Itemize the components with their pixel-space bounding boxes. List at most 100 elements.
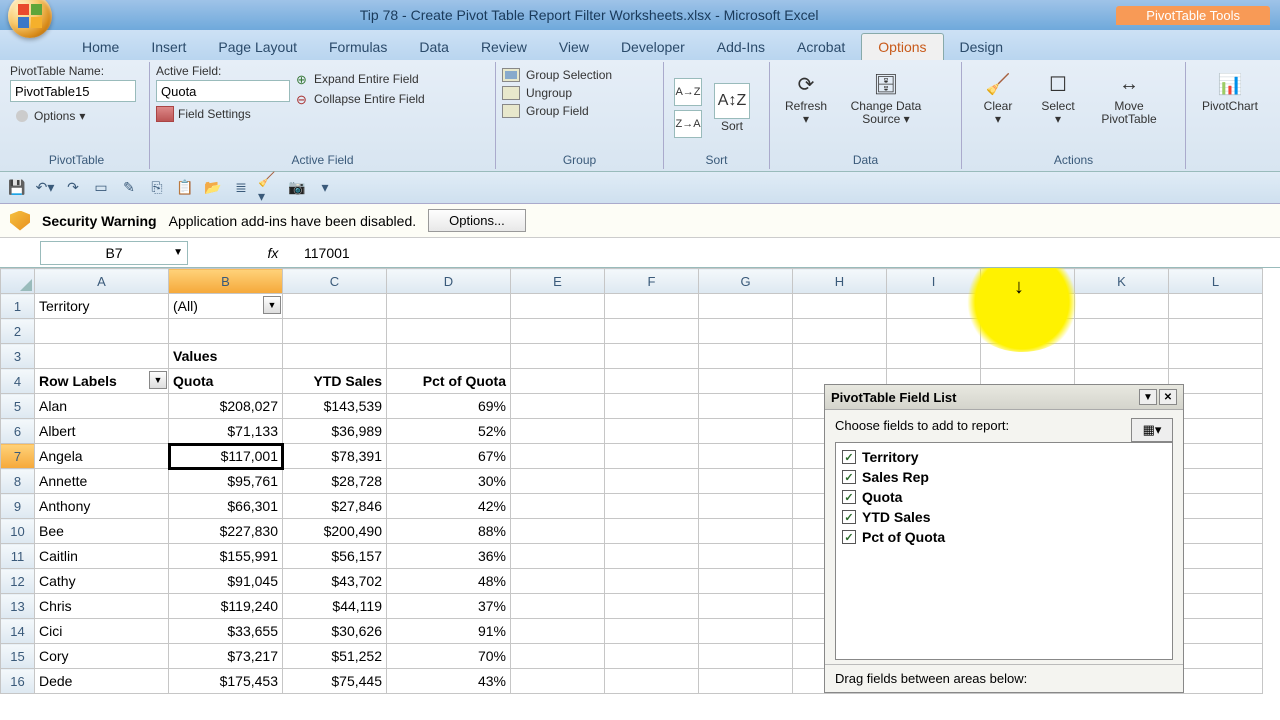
cell-pct[interactable]: 37%	[387, 594, 511, 619]
collapse-field-button[interactable]: Collapse Entire Field	[296, 92, 425, 106]
cell-name[interactable]: Angela	[35, 444, 169, 469]
cell-name[interactable]: Cici	[35, 619, 169, 644]
qat-btn-5[interactable]: 📂	[202, 177, 224, 199]
cell-pct[interactable]: 69%	[387, 394, 511, 419]
col-header-F[interactable]: F	[605, 269, 699, 294]
fx-button[interactable]: fx	[258, 245, 288, 261]
close-icon[interactable]: ✕	[1159, 389, 1177, 405]
checkbox-icon[interactable]	[842, 510, 856, 524]
row-labels-cell[interactable]: Row Labels▼	[35, 369, 169, 394]
cell-pct[interactable]: 43%	[387, 669, 511, 694]
field-settings-button[interactable]: Field Settings	[156, 106, 296, 122]
tab-design[interactable]: Design	[944, 34, 1020, 60]
cell-ytd[interactable]: $143,539	[283, 394, 387, 419]
redo-icon[interactable]: ↷	[62, 177, 84, 199]
checkbox-icon[interactable]	[842, 450, 856, 464]
row-header[interactable]: 5	[1, 394, 35, 419]
cell-ytd[interactable]: $200,490	[283, 519, 387, 544]
col-header-J[interactable]: J	[981, 269, 1075, 294]
cell-name[interactable]: Caitlin	[35, 544, 169, 569]
qat-btn-7[interactable]: 🧹▾	[258, 177, 280, 199]
cell-ytd[interactable]: $44,119	[283, 594, 387, 619]
cell-name[interactable]: Cathy	[35, 569, 169, 594]
row-header[interactable]: 14	[1, 619, 35, 644]
cell-pct[interactable]: 88%	[387, 519, 511, 544]
tab-addins[interactable]: Add-Ins	[701, 34, 781, 60]
cell-name[interactable]: Anthony	[35, 494, 169, 519]
checkbox-icon[interactable]	[842, 470, 856, 484]
cell-quota[interactable]: $208,027	[169, 394, 283, 419]
field-list-item[interactable]: Territory	[842, 447, 1166, 467]
chevron-down-icon[interactable]: ▼	[173, 247, 183, 258]
filter-dropdown-icon[interactable]: ▼	[263, 296, 281, 314]
tab-insert[interactable]: Insert	[135, 34, 202, 60]
qat-btn-8[interactable]: 📷	[286, 177, 308, 199]
field-list-titlebar[interactable]: PivotTable Field List ▼ ✕	[825, 385, 1183, 410]
field-list-item[interactable]: Sales Rep	[842, 467, 1166, 487]
field-list-layout-button[interactable]: ▦▾	[1131, 418, 1173, 442]
filter-label-cell[interactable]: Territory	[35, 294, 169, 319]
cell-ytd[interactable]: $28,728	[283, 469, 387, 494]
cell-pct[interactable]: 91%	[387, 619, 511, 644]
col-header-L[interactable]: L	[1169, 269, 1263, 294]
cell-ytd[interactable]: $27,846	[283, 494, 387, 519]
options-dropdown[interactable]: Options ▾	[10, 106, 89, 126]
pivottable-name-input[interactable]	[10, 80, 136, 102]
cell-quota[interactable]: $95,761	[169, 469, 283, 494]
cell-name[interactable]: Cory	[35, 644, 169, 669]
tab-page-layout[interactable]: Page Layout	[202, 34, 313, 60]
tab-view[interactable]: View	[543, 34, 605, 60]
cell-ytd[interactable]: $56,157	[283, 544, 387, 569]
col-pct[interactable]: Pct of Quota	[387, 369, 511, 394]
field-list-item[interactable]: Quota	[842, 487, 1166, 507]
cell-pct[interactable]: 52%	[387, 419, 511, 444]
change-data-source-button[interactable]: 🗄Change Data Source ▾	[836, 64, 936, 126]
col-header-B[interactable]: B	[169, 269, 283, 294]
field-list-item[interactable]: Pct of Quota	[842, 527, 1166, 547]
filter-value-cell[interactable]: (All)▼	[169, 294, 283, 319]
col-header-K[interactable]: K	[1075, 269, 1169, 294]
col-header-D[interactable]: D	[387, 269, 511, 294]
row-header[interactable]: 13	[1, 594, 35, 619]
group-field-button[interactable]: Group Field	[502, 104, 589, 118]
field-list-box[interactable]: TerritorySales RepQuotaYTD SalesPct of Q…	[835, 442, 1173, 660]
ungroup-button[interactable]: Ungroup	[502, 86, 572, 100]
tab-acrobat[interactable]: Acrobat	[781, 34, 861, 60]
undo-icon[interactable]: ↶▾	[34, 177, 56, 199]
cell-pct[interactable]: 48%	[387, 569, 511, 594]
clear-button[interactable]: 🧹Clear▾	[968, 64, 1028, 126]
row-header[interactable]: 15	[1, 644, 35, 669]
name-box[interactable]: B7▼	[40, 241, 188, 265]
row-header[interactable]: 4	[1, 369, 35, 394]
row-header[interactable]: 16	[1, 669, 35, 694]
tab-home[interactable]: Home	[66, 34, 135, 60]
qat-btn-3[interactable]: ⎘	[146, 177, 168, 199]
sort-desc-button[interactable]: Z→A	[674, 110, 702, 138]
tab-data[interactable]: Data	[403, 34, 465, 60]
formula-value[interactable]: 117001	[298, 245, 356, 261]
cell-name[interactable]: Dede	[35, 669, 169, 694]
save-icon[interactable]: 💾	[6, 177, 28, 199]
cell-name[interactable]: Bee	[35, 519, 169, 544]
row-header[interactable]: 10	[1, 519, 35, 544]
qat-btn-6[interactable]: ≣	[230, 177, 252, 199]
cell-quota[interactable]: $119,240	[169, 594, 283, 619]
cell-ytd[interactable]: $78,391	[283, 444, 387, 469]
cell-ytd[interactable]: $36,989	[283, 419, 387, 444]
tab-developer[interactable]: Developer	[605, 34, 701, 60]
col-header-I[interactable]: I	[887, 269, 981, 294]
sort-asc-button[interactable]: A→Z	[674, 78, 702, 106]
cell-quota[interactable]: $73,217	[169, 644, 283, 669]
cell-ytd[interactable]: $30,626	[283, 619, 387, 644]
cell-quota[interactable]: $91,045	[169, 569, 283, 594]
cell-name[interactable]: Alan	[35, 394, 169, 419]
move-pivottable-button[interactable]: ↔Move PivotTable	[1088, 64, 1170, 126]
cell-pct[interactable]: 36%	[387, 544, 511, 569]
refresh-button[interactable]: ⟳Refresh▾	[776, 64, 836, 126]
cell-quota[interactable]: $71,133	[169, 419, 283, 444]
col-header-C[interactable]: C	[283, 269, 387, 294]
cell-quota[interactable]: $227,830	[169, 519, 283, 544]
row-header[interactable]: 6	[1, 419, 35, 444]
field-list-menu-icon[interactable]: ▼	[1139, 389, 1157, 405]
cell-pct[interactable]: 70%	[387, 644, 511, 669]
